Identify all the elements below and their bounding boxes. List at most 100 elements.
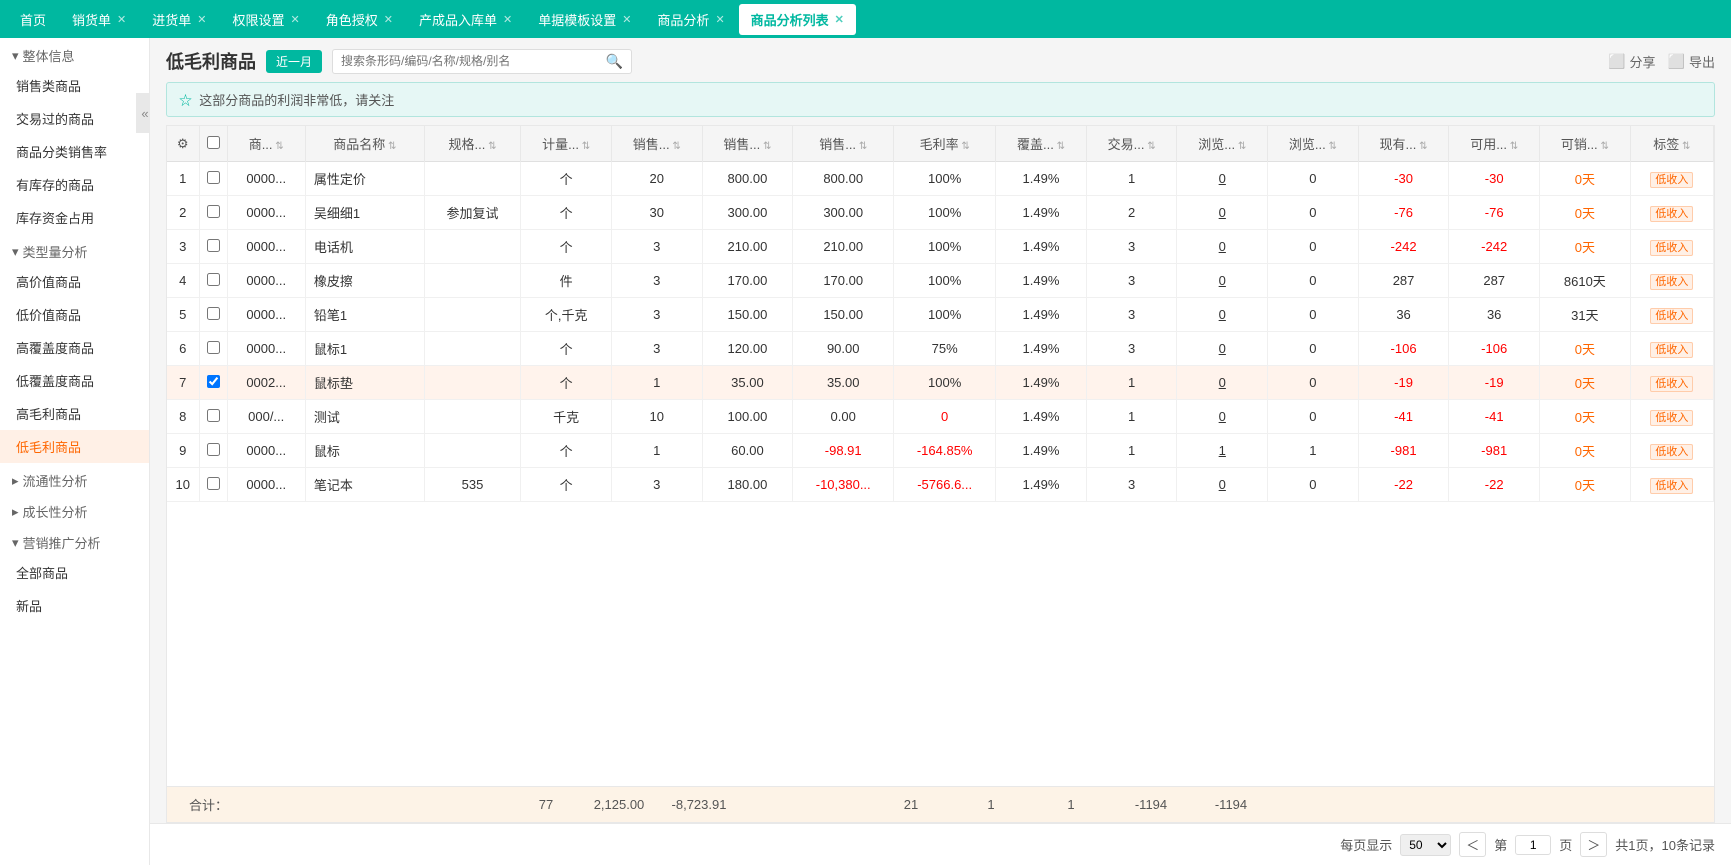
cell-checkbox[interactable]: [199, 468, 227, 502]
nav-sales-order[interactable]: 销货单 ✕: [60, 4, 138, 35]
cell-browse1[interactable]: 0: [1177, 264, 1268, 298]
col-gross-margin[interactable]: 毛利率 ⇅: [894, 126, 996, 162]
nav-close-purchase[interactable]: ✕: [197, 13, 206, 26]
cell-browse1[interactable]: 0: [1177, 332, 1268, 366]
col-tag[interactable]: 标签 ⇅: [1630, 126, 1713, 162]
nav-close-analysis[interactable]: ✕: [715, 13, 724, 26]
sidebar-item-high-coverage[interactable]: 高覆盖度商品: [0, 331, 149, 364]
cell-checkbox[interactable]: [199, 264, 227, 298]
page-number-input[interactable]: [1515, 835, 1551, 855]
col-sales-price[interactable]: 销售... ⇅: [702, 126, 793, 162]
next-page-button[interactable]: ＞: [1580, 832, 1607, 857]
sidebar-item-low-value[interactable]: 低价值商品: [0, 298, 149, 331]
sidebar-item-sales-goods[interactable]: 销售类商品: [0, 69, 149, 102]
cell-browse1[interactable]: 0: [1177, 298, 1268, 332]
cell-checkbox[interactable]: [199, 400, 227, 434]
cell-browse1[interactable]: 1: [1177, 434, 1268, 468]
sidebar-item-stock-capital[interactable]: 库存资金占用: [0, 201, 149, 234]
col-unit[interactable]: 计量... ⇅: [521, 126, 612, 162]
col-checkbox[interactable]: [199, 126, 227, 162]
sidebar-item-new-goods[interactable]: 新品: [0, 589, 149, 622]
cell-name[interactable]: 鼠标1: [305, 332, 424, 366]
sidebar-item-category-rate[interactable]: 商品分类销售率: [0, 135, 149, 168]
search-input[interactable]: [341, 54, 606, 68]
cell-checkbox[interactable]: [199, 162, 227, 196]
col-transaction[interactable]: 交易... ⇅: [1086, 126, 1177, 162]
cell-name[interactable]: 橡皮擦: [305, 264, 424, 298]
row-checkbox[interactable]: [207, 375, 220, 388]
cell-name[interactable]: 测试: [305, 400, 424, 434]
nav-close-permission[interactable]: ✕: [291, 13, 300, 26]
nav-close-template[interactable]: ✕: [622, 13, 631, 26]
cell-checkbox[interactable]: [199, 230, 227, 264]
sidebar-group-overall[interactable]: ▾ 整体信息: [0, 38, 149, 69]
cell-name[interactable]: 吴细细1: [305, 196, 424, 230]
col-name[interactable]: 商品名称 ⇅: [305, 126, 424, 162]
col-coverage[interactable]: 覆盖... ⇅: [996, 126, 1087, 162]
nav-home[interactable]: 首页: [8, 4, 58, 35]
date-filter-button[interactable]: 近一月: [266, 50, 322, 73]
cell-browse1[interactable]: 0: [1177, 230, 1268, 264]
col-spec[interactable]: 规格... ⇅: [424, 126, 521, 162]
nav-role-auth[interactable]: 角色授权 ✕: [314, 4, 405, 35]
col-browse2[interactable]: 浏览... ⇅: [1268, 126, 1359, 162]
sidebar-item-in-stock[interactable]: 有库存的商品: [0, 168, 149, 201]
col-sales-amount[interactable]: 销售... ⇅: [793, 126, 894, 162]
export-button[interactable]: ⬜ 导出: [1668, 52, 1715, 71]
col-code[interactable]: 商... ⇅: [227, 126, 305, 162]
cell-name[interactable]: 铅笔1: [305, 298, 424, 332]
cell-checkbox[interactable]: [199, 196, 227, 230]
cell-browse1[interactable]: 0: [1177, 196, 1268, 230]
cell-browse1[interactable]: 0: [1177, 400, 1268, 434]
nav-close-role[interactable]: ✕: [384, 13, 393, 26]
cell-name[interactable]: 鼠标: [305, 434, 424, 468]
cell-checkbox[interactable]: [199, 366, 227, 400]
cell-checkbox[interactable]: [199, 434, 227, 468]
cell-checkbox[interactable]: [199, 332, 227, 366]
nav-close-product[interactable]: ✕: [503, 13, 512, 26]
nav-purchase-order[interactable]: 进货单 ✕: [140, 4, 218, 35]
sidebar-group-marketing[interactable]: ▾ 营销推广分析: [0, 525, 149, 556]
sidebar-item-high-value[interactable]: 高价值商品: [0, 265, 149, 298]
row-checkbox[interactable]: [207, 307, 220, 320]
nav-product-analysis[interactable]: 商品分析 ✕: [645, 4, 736, 35]
sidebar-item-high-margin[interactable]: 高毛利商品: [0, 397, 149, 430]
nav-template[interactable]: 单据模板设置 ✕: [526, 4, 643, 35]
row-checkbox[interactable]: [207, 477, 220, 490]
row-checkbox[interactable]: [207, 171, 220, 184]
share-button[interactable]: ⬜ 分享: [1608, 52, 1655, 71]
cell-name[interactable]: 电话机: [305, 230, 424, 264]
row-checkbox[interactable]: [207, 341, 220, 354]
col-browse1[interactable]: 浏览... ⇅: [1177, 126, 1268, 162]
sidebar-group-liquidity[interactable]: ▸ 流通性分析: [0, 463, 149, 494]
sidebar-item-traded-goods[interactable]: 交易过的商品: [0, 102, 149, 135]
search-icon[interactable]: 🔍: [606, 53, 623, 70]
nav-product-analysis-list[interactable]: 商品分析列表 ✕: [739, 4, 856, 35]
nav-close-sales[interactable]: ✕: [117, 13, 126, 26]
cell-name[interactable]: 鼠标垫: [305, 366, 424, 400]
row-checkbox[interactable]: [207, 409, 220, 422]
sidebar-group-growth[interactable]: ▸ 成长性分析: [0, 494, 149, 525]
sidebar-collapse-button[interactable]: «: [136, 93, 150, 133]
nav-close-analysis-list[interactable]: ✕: [835, 13, 844, 26]
cell-browse1[interactable]: 0: [1177, 468, 1268, 502]
nav-permission[interactable]: 权限设置 ✕: [220, 4, 311, 35]
row-checkbox[interactable]: [207, 443, 220, 456]
cell-browse1[interactable]: 0: [1177, 366, 1268, 400]
cell-browse1[interactable]: 0: [1177, 162, 1268, 196]
col-current-stock[interactable]: 现有... ⇅: [1358, 126, 1449, 162]
col-available[interactable]: 可用... ⇅: [1449, 126, 1540, 162]
sidebar-item-all-goods[interactable]: 全部商品: [0, 556, 149, 589]
cell-name[interactable]: 属性定价: [305, 162, 424, 196]
nav-product-entry[interactable]: 产成品入库单 ✕: [407, 4, 524, 35]
page-size-select[interactable]: 50 100 200: [1400, 834, 1451, 856]
cell-checkbox[interactable]: [199, 298, 227, 332]
col-sellable[interactable]: 可销... ⇅: [1540, 126, 1631, 162]
prev-page-button[interactable]: ＜: [1459, 832, 1486, 857]
col-sales-qty[interactable]: 销售... ⇅: [611, 126, 702, 162]
row-checkbox[interactable]: [207, 273, 220, 286]
sidebar-item-low-margin[interactable]: 低毛利商品: [0, 430, 149, 463]
select-all-checkbox[interactable]: [207, 136, 220, 149]
cell-name[interactable]: 笔记本: [305, 468, 424, 502]
row-checkbox[interactable]: [207, 239, 220, 252]
